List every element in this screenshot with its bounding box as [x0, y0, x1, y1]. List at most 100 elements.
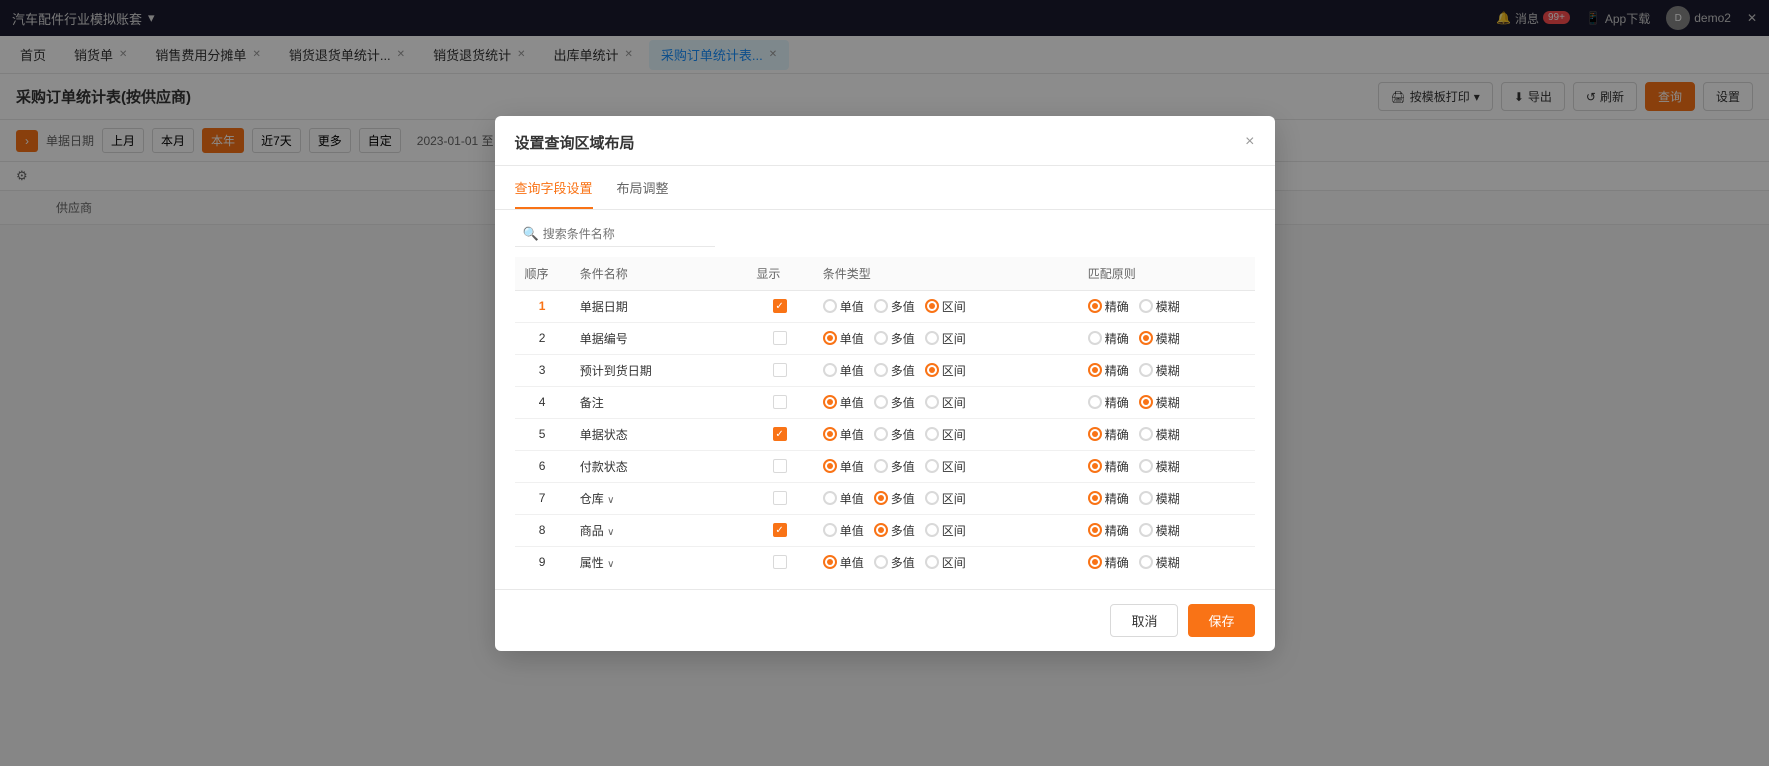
- row-5-display[interactable]: [746, 450, 812, 482]
- type-radio-5-区间[interactable]: 区间: [925, 458, 966, 475]
- checkbox-4[interactable]: ✓: [756, 427, 802, 441]
- match-radio-0-精确[interactable]: 精确: [1088, 298, 1129, 315]
- tab-layout-adjust[interactable]: 布局调整: [617, 178, 669, 209]
- type-radio-7-多值[interactable]: 多值: [874, 522, 915, 539]
- type-radio-3-多值[interactable]: 多值: [874, 394, 915, 411]
- row-7-name: 商品 ∨: [570, 514, 747, 546]
- match-radio-1-精确[interactable]: 精确: [1088, 330, 1129, 347]
- cb-inner-3[interactable]: [773, 395, 787, 409]
- radio-circle-match-7-模糊: [1139, 523, 1153, 537]
- radio-circle-type-2-区间: [925, 363, 939, 377]
- match-radio-3-精确[interactable]: 精确: [1088, 394, 1129, 411]
- type-radio-8-多值[interactable]: 多值: [874, 554, 915, 571]
- match-radio-2-精确[interactable]: 精确: [1088, 362, 1129, 379]
- type-radio-6-多值[interactable]: 多值: [874, 490, 915, 507]
- type-radio-6-单值[interactable]: 单值: [823, 490, 864, 507]
- row-6-display[interactable]: [746, 482, 812, 514]
- radio-circle-type-8-多值: [874, 555, 888, 569]
- radio-circle-type-0-单值: [823, 299, 837, 313]
- type-radio-2-多值[interactable]: 多值: [874, 362, 915, 379]
- checkbox-6[interactable]: [756, 491, 802, 505]
- type-radio-0-区间[interactable]: 区间: [925, 298, 966, 315]
- order-num-0: 1: [539, 299, 546, 313]
- tab-query-fields[interactable]: 查询字段设置: [515, 178, 593, 209]
- type-radio-4-多值[interactable]: 多值: [874, 426, 915, 443]
- type-radio-2-单值[interactable]: 单值: [823, 362, 864, 379]
- cancel-button[interactable]: 取消: [1110, 604, 1178, 637]
- chevron-down-icon: ∨: [607, 527, 614, 538]
- checkbox-5[interactable]: [756, 459, 802, 473]
- condition-name-8: 属性: [580, 556, 604, 570]
- row-1-display[interactable]: [746, 322, 812, 354]
- cb-inner-6[interactable]: [773, 491, 787, 505]
- checkbox-0[interactable]: ✓: [756, 299, 802, 313]
- table-row: 8商品 ∨✓单值多值区间精确模糊: [515, 514, 1255, 546]
- match-radio-1-模糊[interactable]: 模糊: [1139, 330, 1180, 347]
- match-radio-5-精确[interactable]: 精确: [1088, 458, 1129, 475]
- checkbox-3[interactable]: [756, 395, 802, 409]
- radio-circle-type-5-单值: [823, 459, 837, 473]
- cb-inner-2[interactable]: [773, 363, 787, 377]
- checkbox-2[interactable]: [756, 363, 802, 377]
- row-1-match: 精确模糊: [1078, 322, 1255, 354]
- condition-search-input[interactable]: [543, 227, 703, 241]
- type-radio-7-单值[interactable]: 单值: [823, 522, 864, 539]
- type-radio-1-多值[interactable]: 多值: [874, 330, 915, 347]
- type-radio-5-多值[interactable]: 多值: [874, 458, 915, 475]
- match-radio-4-精确[interactable]: 精确: [1088, 426, 1129, 443]
- type-radio-5-单值[interactable]: 单值: [823, 458, 864, 475]
- conditions-table-scroll: 顺序 条件名称 显示 条件类型 匹配原则 1单据日期✓单值多值区间精确模糊2单据…: [515, 257, 1255, 577]
- type-radio-3-区间[interactable]: 区间: [925, 394, 966, 411]
- row-3-display[interactable]: [746, 386, 812, 418]
- row-7-type: 单值多值区间: [813, 514, 1078, 546]
- type-radio-3-单值[interactable]: 单值: [823, 394, 864, 411]
- cb-inner-0[interactable]: ✓: [773, 299, 787, 313]
- type-radio-0-单值[interactable]: 单值: [823, 298, 864, 315]
- checkbox-8[interactable]: [756, 555, 802, 569]
- match-radio-7-模糊[interactable]: 模糊: [1139, 522, 1180, 539]
- search-icon: 🔍: [523, 226, 539, 242]
- match-radio-6-模糊[interactable]: 模糊: [1139, 490, 1180, 507]
- match-radio-6-精确[interactable]: 精确: [1088, 490, 1129, 507]
- match-radio-2-模糊[interactable]: 模糊: [1139, 362, 1180, 379]
- type-radio-4-单值[interactable]: 单值: [823, 426, 864, 443]
- type-radio-0-多值[interactable]: 多值: [874, 298, 915, 315]
- type-radio-4-区间[interactable]: 区间: [925, 426, 966, 443]
- match-radio-0-模糊[interactable]: 模糊: [1139, 298, 1180, 315]
- radio-circle-type-6-区间: [925, 491, 939, 505]
- radio-circle-match-4-模糊: [1139, 427, 1153, 441]
- type-radio-7-区间[interactable]: 区间: [925, 522, 966, 539]
- match-radio-5-模糊[interactable]: 模糊: [1139, 458, 1180, 475]
- match-radio-8-模糊[interactable]: 模糊: [1139, 554, 1180, 571]
- cb-inner-7[interactable]: ✓: [773, 523, 787, 537]
- row-7-display[interactable]: ✓: [746, 514, 812, 546]
- type-radio-8-单值[interactable]: 单值: [823, 554, 864, 571]
- dialog-close-btn[interactable]: ×: [1245, 133, 1254, 151]
- row-8-display[interactable]: [746, 546, 812, 577]
- type-radio-2-区间[interactable]: 区间: [925, 362, 966, 379]
- row-2-display[interactable]: [746, 354, 812, 386]
- type-radio-6-区间[interactable]: 区间: [925, 490, 966, 507]
- radio-circle-type-2-单值: [823, 363, 837, 377]
- radio-circle-type-3-区间: [925, 395, 939, 409]
- cb-inner-4[interactable]: ✓: [773, 427, 787, 441]
- save-button[interactable]: 保存: [1188, 604, 1254, 637]
- match-radio-8-精确[interactable]: 精确: [1088, 554, 1129, 571]
- radio-circle-type-7-单值: [823, 523, 837, 537]
- row-6-match: 精确模糊: [1078, 482, 1255, 514]
- type-radio-8-区间[interactable]: 区间: [925, 554, 966, 571]
- type-radio-1-区间[interactable]: 区间: [925, 330, 966, 347]
- checkbox-1[interactable]: [756, 331, 802, 345]
- type-radio-1-单值[interactable]: 单值: [823, 330, 864, 347]
- match-radio-4-模糊[interactable]: 模糊: [1139, 426, 1180, 443]
- row-0-display[interactable]: ✓: [746, 290, 812, 322]
- cb-inner-8[interactable]: [773, 555, 787, 569]
- checkbox-7[interactable]: ✓: [756, 523, 802, 537]
- row-5-match: 精确模糊: [1078, 450, 1255, 482]
- match-radio-3-模糊[interactable]: 模糊: [1139, 394, 1180, 411]
- cb-inner-5[interactable]: [773, 459, 787, 473]
- cb-inner-1[interactable]: [773, 331, 787, 345]
- radio-circle-type-8-区间: [925, 555, 939, 569]
- match-radio-7-精确[interactable]: 精确: [1088, 522, 1129, 539]
- row-4-display[interactable]: ✓: [746, 418, 812, 450]
